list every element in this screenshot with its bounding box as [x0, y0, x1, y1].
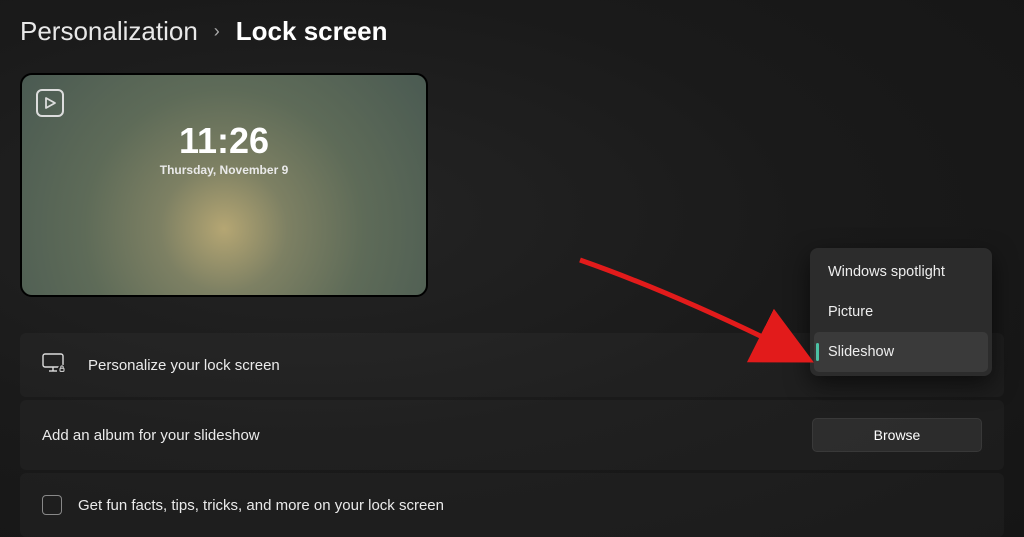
- browse-button[interactable]: Browse: [812, 418, 982, 452]
- slideshow-play-icon: [36, 89, 64, 117]
- album-label: Add an album for your slideshow: [42, 427, 812, 444]
- monitor-lock-icon: [42, 352, 68, 379]
- fun-facts-row[interactable]: Get fun facts, tips, tricks, and more on…: [20, 473, 1004, 537]
- dropdown-item-picture[interactable]: Picture: [814, 292, 988, 332]
- chevron-right-icon: ›: [214, 21, 220, 42]
- breadcrumb-current: Lock screen: [236, 16, 388, 47]
- dropdown-item-slideshow[interactable]: Slideshow: [814, 332, 988, 372]
- dropdown-item-spotlight[interactable]: Windows spotlight: [814, 252, 988, 292]
- preview-time: 11:26: [160, 121, 288, 161]
- preview-date: Thursday, November 9: [160, 163, 288, 177]
- breadcrumb-parent[interactable]: Personalization: [20, 16, 198, 47]
- lockscreen-preview[interactable]: 11:26 Thursday, November 9: [20, 73, 428, 297]
- breadcrumb: Personalization › Lock screen: [0, 0, 1024, 57]
- fun-facts-label: Get fun facts, tips, tricks, and more on…: [78, 497, 982, 514]
- preview-clock: 11:26 Thursday, November 9: [160, 121, 288, 177]
- add-album-row: Add an album for your slideshow Browse: [20, 400, 1004, 470]
- fun-facts-checkbox[interactable]: [42, 495, 62, 515]
- lockscreen-mode-dropdown[interactable]: Windows spotlight Picture Slideshow: [810, 248, 992, 376]
